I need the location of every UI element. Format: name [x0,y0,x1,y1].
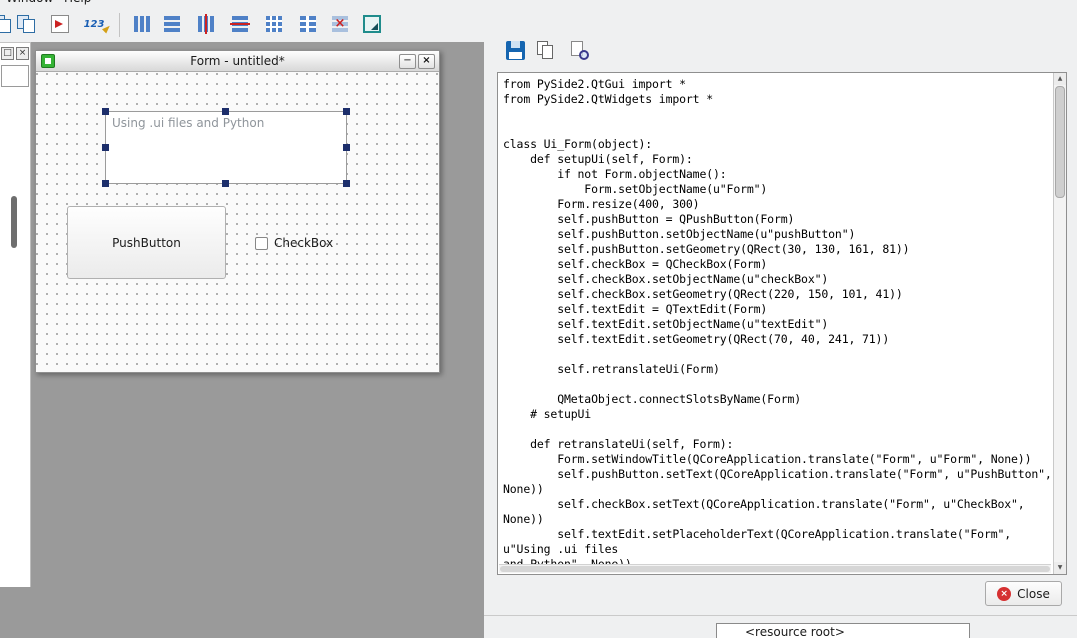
close-window-button[interactable]: × [418,54,435,69]
layout-horizontal-button[interactable] [128,10,156,38]
clipped-icon [0,15,12,33]
code-preview-dialog: from PySide2.QtGui import * from PySide2… [484,15,1077,615]
checkbox-box-icon [255,237,268,250]
selection-handle[interactable] [102,144,109,151]
layout-vertical-splitter-icon [232,16,248,32]
minimize-button[interactable]: − [399,54,416,69]
new-form-button[interactable] [12,10,40,38]
edit-signals-slots-button[interactable] [46,10,74,38]
code-area: from PySide2.QtGui import * from PySide2… [497,72,1067,575]
close-button[interactable]: × Close [985,581,1062,606]
designer-form-window: Form - untitled* − × Using .ui files and… [35,50,440,373]
adjust-size-icon [363,15,381,33]
widget-filter-input[interactable] [1,65,29,87]
save-icon [506,41,525,60]
bottom-strip: <resource root> [484,615,1077,638]
selection-handle[interactable] [102,180,109,187]
textedit-widget[interactable]: Using .ui files and Python [105,111,347,184]
form-window-title: Form - untitled* [190,54,284,68]
code-vertical-scrollbar[interactable]: ▲ ▼ [1053,73,1066,574]
layout-grid-icon [266,16,282,32]
generated-code[interactable]: from PySide2.QtGui import * from PySide2… [498,73,1053,574]
scrollbar-thumb[interactable] [1055,86,1065,198]
panel-scrollbar-thumb[interactable] [11,196,17,248]
selection-handle[interactable] [343,108,350,115]
qt-designer-screen: Window Help 123 [0,0,1077,638]
copy-button[interactable] [532,37,558,63]
layout-form-icon [300,16,316,32]
form-design-canvas[interactable]: Using .ui files and Python PushButton Ch… [36,73,439,372]
textedit-selection: Using .ui files and Python [105,111,347,184]
menubar: Window Help [0,0,1077,6]
form-window-titlebar[interactable]: Form - untitled* − × [36,51,439,72]
widget-box-panel-clipped: □ × [0,42,31,587]
dock-close-button[interactable]: × [16,47,29,60]
checkbox-label: CheckBox [274,236,333,250]
copy-icon [536,41,555,60]
dock-float-button[interactable]: □ [1,47,14,60]
find-icon [570,41,589,60]
layout-vertical-icon [164,16,180,32]
break-layout-icon: × [332,16,348,32]
code-horizontal-scrollbar[interactable] [499,564,1051,573]
checkbox-widget[interactable]: CheckBox [255,234,333,252]
layout-horizontal-splitter-button[interactable] [192,10,220,38]
selection-handle[interactable] [222,180,229,187]
resource-root-item[interactable]: <resource root> [717,624,969,638]
close-button-label: Close [1017,587,1050,601]
adjust-size-button[interactable] [358,10,386,38]
form-file-icon [41,54,55,68]
break-layout-button[interactable]: × [326,10,354,38]
edit-signals-slots-icon [51,15,69,33]
edit-tab-order-button[interactable]: 123 [80,10,108,38]
selection-handle[interactable] [343,180,350,187]
scroll-up-icon[interactable]: ▲ [1054,73,1066,85]
hscrollbar-thumb[interactable] [500,566,1050,572]
layout-vertical-button[interactable] [158,10,186,38]
selection-handle[interactable] [102,108,109,115]
layout-form-button[interactable] [294,10,322,38]
new-form-icon [17,15,36,33]
layout-horizontal-icon [134,16,150,32]
resource-browser-clipped: <resource root> [716,623,970,638]
menu-help[interactable]: Help [64,0,91,5]
menu-window[interactable]: Window [6,0,53,5]
layout-horizontal-splitter-icon [198,16,214,32]
pushbutton-widget[interactable]: PushButton [67,206,226,279]
edit-tab-order-icon: 123 [84,19,105,30]
selection-handle[interactable] [343,144,350,151]
close-circle-icon: × [997,587,1011,601]
find-button[interactable] [566,37,592,63]
save-button[interactable] [502,37,528,63]
selection-handle[interactable] [222,108,229,115]
layout-grid-button[interactable] [260,10,288,38]
toolbar-separator [119,13,120,37]
scroll-down-icon[interactable]: ▼ [1054,562,1066,574]
layout-vertical-splitter-button[interactable] [226,10,254,38]
